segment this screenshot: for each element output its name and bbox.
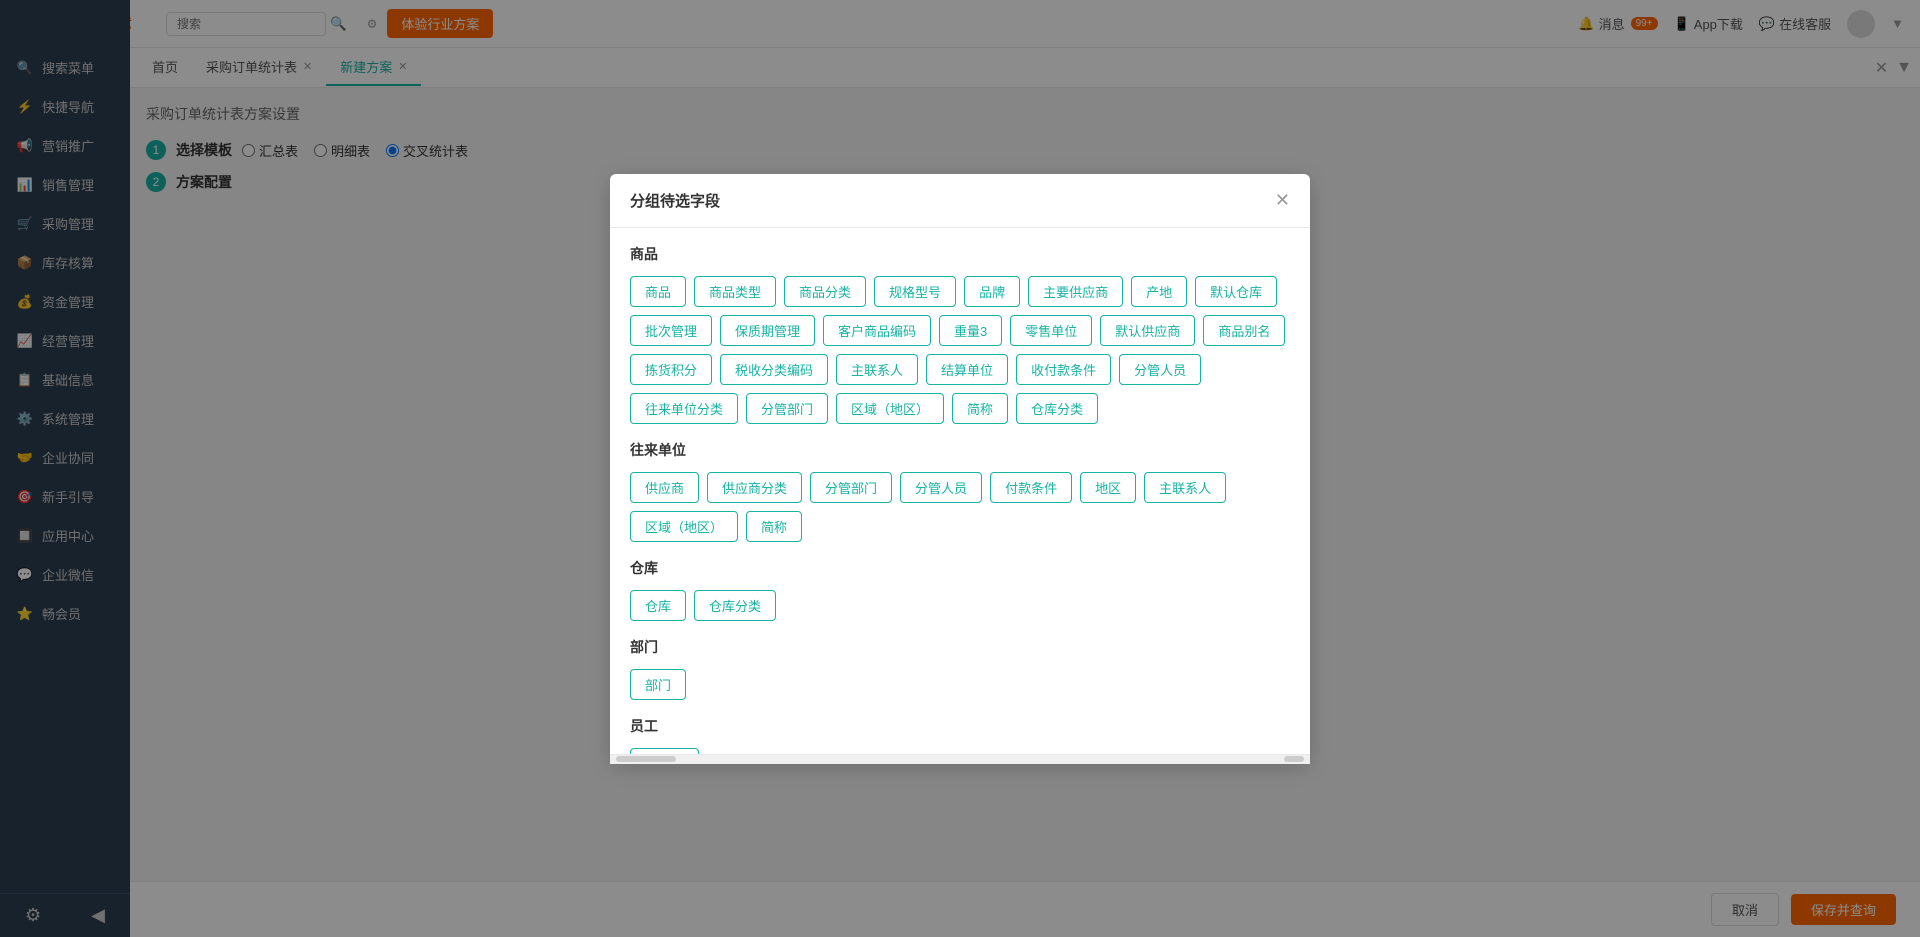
dialog-body: 商品 商品 商品类型 商品分类 规格型号 品牌 主要供应商 产地 默认仓库 批次… xyxy=(610,228,1310,754)
tag-area[interactable]: 地区 xyxy=(1080,472,1136,503)
tag-spec-model[interactable]: 规格型号 xyxy=(874,276,956,307)
tag-customer-code[interactable]: 客户商品编码 xyxy=(823,315,931,346)
dialog: 分组待选字段 ✕ 商品 商品 商品类型 商品分类 规格型号 品牌 主要供应商 产… xyxy=(610,174,1310,764)
tag-brand[interactable]: 品牌 xyxy=(964,276,1020,307)
tag-supplier-category[interactable]: 供应商分类 xyxy=(707,472,802,503)
tags-counterpart: 供应商 供应商分类 分管部门 分管人员 付款条件 地区 主联系人 区域（地区） … xyxy=(630,472,1290,542)
tag-warehouse-cat[interactable]: 仓库分类 xyxy=(694,590,776,621)
tags-goods: 商品 商品类型 商品分类 规格型号 品牌 主要供应商 产地 默认仓库 批次管理 … xyxy=(630,276,1290,424)
tag-payment-terms[interactable]: 收付款条件 xyxy=(1016,354,1111,385)
hscroll-right xyxy=(1284,756,1304,762)
section-title-warehouse: 仓库 xyxy=(630,558,1290,578)
tag-goods-category[interactable]: 商品分类 xyxy=(784,276,866,307)
tag-shelf-life[interactable]: 保质期管理 xyxy=(720,315,815,346)
hscroll-thumb xyxy=(616,756,676,762)
tag-main-contact2[interactable]: 主联系人 xyxy=(1144,472,1226,503)
tag-department[interactable]: 部门 xyxy=(630,669,686,700)
tag-goods-type[interactable]: 商品类型 xyxy=(694,276,776,307)
tag-retail-unit[interactable]: 零售单位 xyxy=(1010,315,1092,346)
dialog-close-button[interactable]: ✕ xyxy=(1275,190,1290,211)
tag-tax-code[interactable]: 税收分类编码 xyxy=(720,354,828,385)
tag-short-name[interactable]: 简称 xyxy=(952,393,1008,424)
tag-pick-points[interactable]: 拣货积分 xyxy=(630,354,712,385)
section-title-goods: 商品 xyxy=(630,244,1290,264)
tag-batch-mgmt[interactable]: 批次管理 xyxy=(630,315,712,346)
dialog-hscroll[interactable] xyxy=(610,754,1310,764)
tag-mgmt-staff[interactable]: 分管人员 xyxy=(900,472,982,503)
tag-main-supplier[interactable]: 主要供应商 xyxy=(1028,276,1123,307)
tag-supplier[interactable]: 供应商 xyxy=(630,472,699,503)
tag-settlement-unit[interactable]: 结算单位 xyxy=(926,354,1008,385)
tag-region-district[interactable]: 区域（地区） xyxy=(836,393,944,424)
section-title-dept: 部门 xyxy=(630,637,1290,657)
section-title-staff: 员工 xyxy=(630,716,1290,736)
tag-abbr[interactable]: 简称 xyxy=(746,511,802,542)
tag-warehouse-category[interactable]: 仓库分类 xyxy=(1016,393,1098,424)
tag-warehouse[interactable]: 仓库 xyxy=(630,590,686,621)
tag-default-warehouse[interactable]: 默认仓库 xyxy=(1195,276,1277,307)
tag-dept-mgmt[interactable]: 分管部门 xyxy=(746,393,828,424)
tag-weight3[interactable]: 重量3 xyxy=(939,315,1002,346)
tag-manager[interactable]: 分管人员 xyxy=(1119,354,1201,385)
tag-mgmt-dept[interactable]: 分管部门 xyxy=(810,472,892,503)
section-title-counterpart: 往来单位 xyxy=(630,440,1290,460)
tag-default-supplier[interactable]: 默认供应商 xyxy=(1100,315,1195,346)
tag-origin[interactable]: 产地 xyxy=(1131,276,1187,307)
tags-dept: 部门 xyxy=(630,669,1290,700)
tag-main-contact[interactable]: 主联系人 xyxy=(836,354,918,385)
tag-goods-alias[interactable]: 商品别名 xyxy=(1203,315,1285,346)
tag-region2[interactable]: 区域（地区） xyxy=(630,511,738,542)
tag-pay-terms[interactable]: 付款条件 xyxy=(990,472,1072,503)
tag-counterpart-category[interactable]: 往来单位分类 xyxy=(630,393,738,424)
dialog-title: 分组待选字段 xyxy=(630,190,720,211)
tag-goods[interactable]: 商品 xyxy=(630,276,686,307)
tags-warehouse: 仓库 仓库分类 xyxy=(630,590,1290,621)
dialog-header: 分组待选字段 ✕ xyxy=(610,174,1310,228)
